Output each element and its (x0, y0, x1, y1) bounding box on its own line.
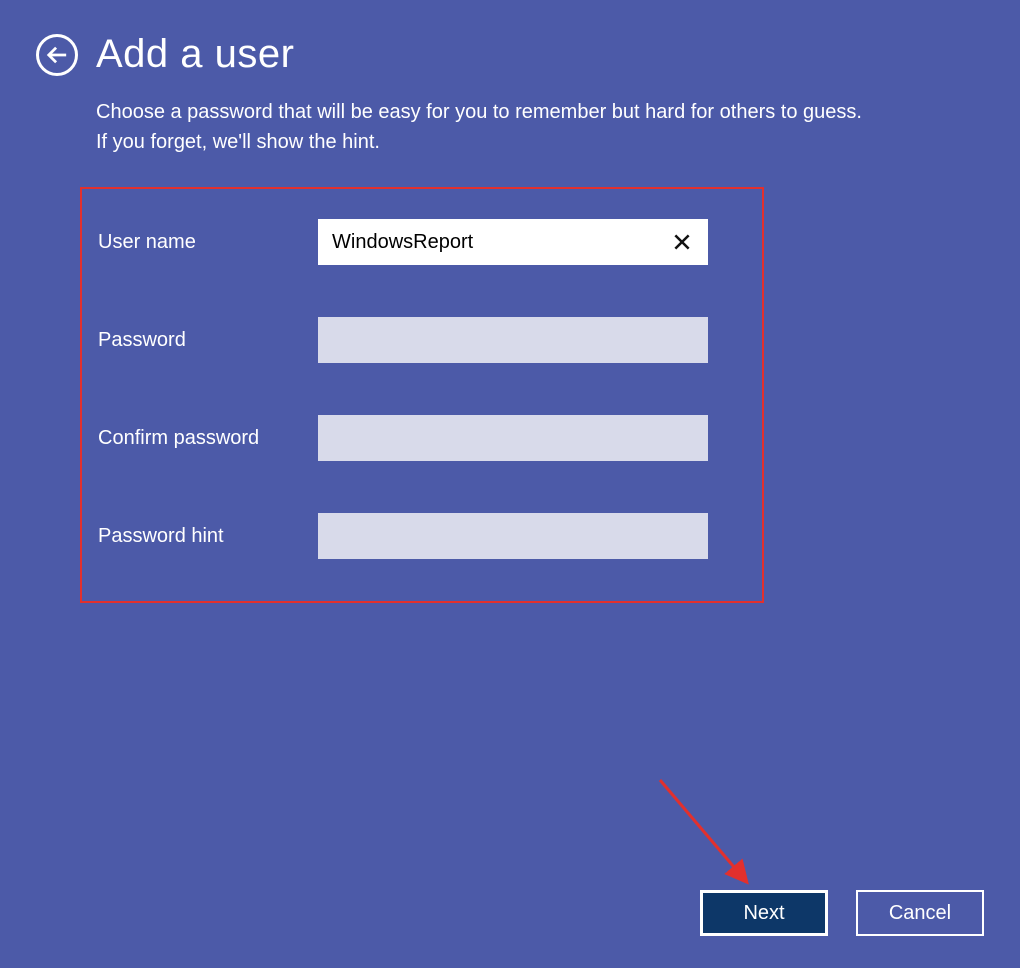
close-icon (672, 232, 692, 252)
password-hint-input[interactable] (318, 513, 708, 559)
password-hint-label: Password hint (98, 525, 318, 548)
page-subtitle: Choose a password that will be easy for … (0, 97, 1020, 157)
confirm-password-input[interactable] (318, 415, 708, 461)
subtitle-line-1: Choose a password that will be easy for … (96, 101, 862, 123)
next-button[interactable]: Next (700, 890, 828, 936)
arrow-left-icon (46, 44, 68, 66)
page-title: Add a user (96, 32, 294, 77)
annotation-arrow-icon (650, 770, 770, 910)
subtitle-line-2: If you forget, we'll show the hint. (96, 131, 380, 153)
clear-username-button[interactable] (660, 219, 704, 265)
password-label: Password (98, 329, 318, 352)
username-label: User name (98, 231, 318, 254)
back-button[interactable] (36, 34, 78, 76)
form-highlight-box: User name Password Confirm password Pass… (80, 187, 764, 603)
cancel-button[interactable]: Cancel (856, 890, 984, 936)
confirm-password-label: Confirm password (98, 427, 318, 450)
password-input[interactable] (318, 317, 708, 363)
username-input[interactable] (318, 219, 708, 265)
